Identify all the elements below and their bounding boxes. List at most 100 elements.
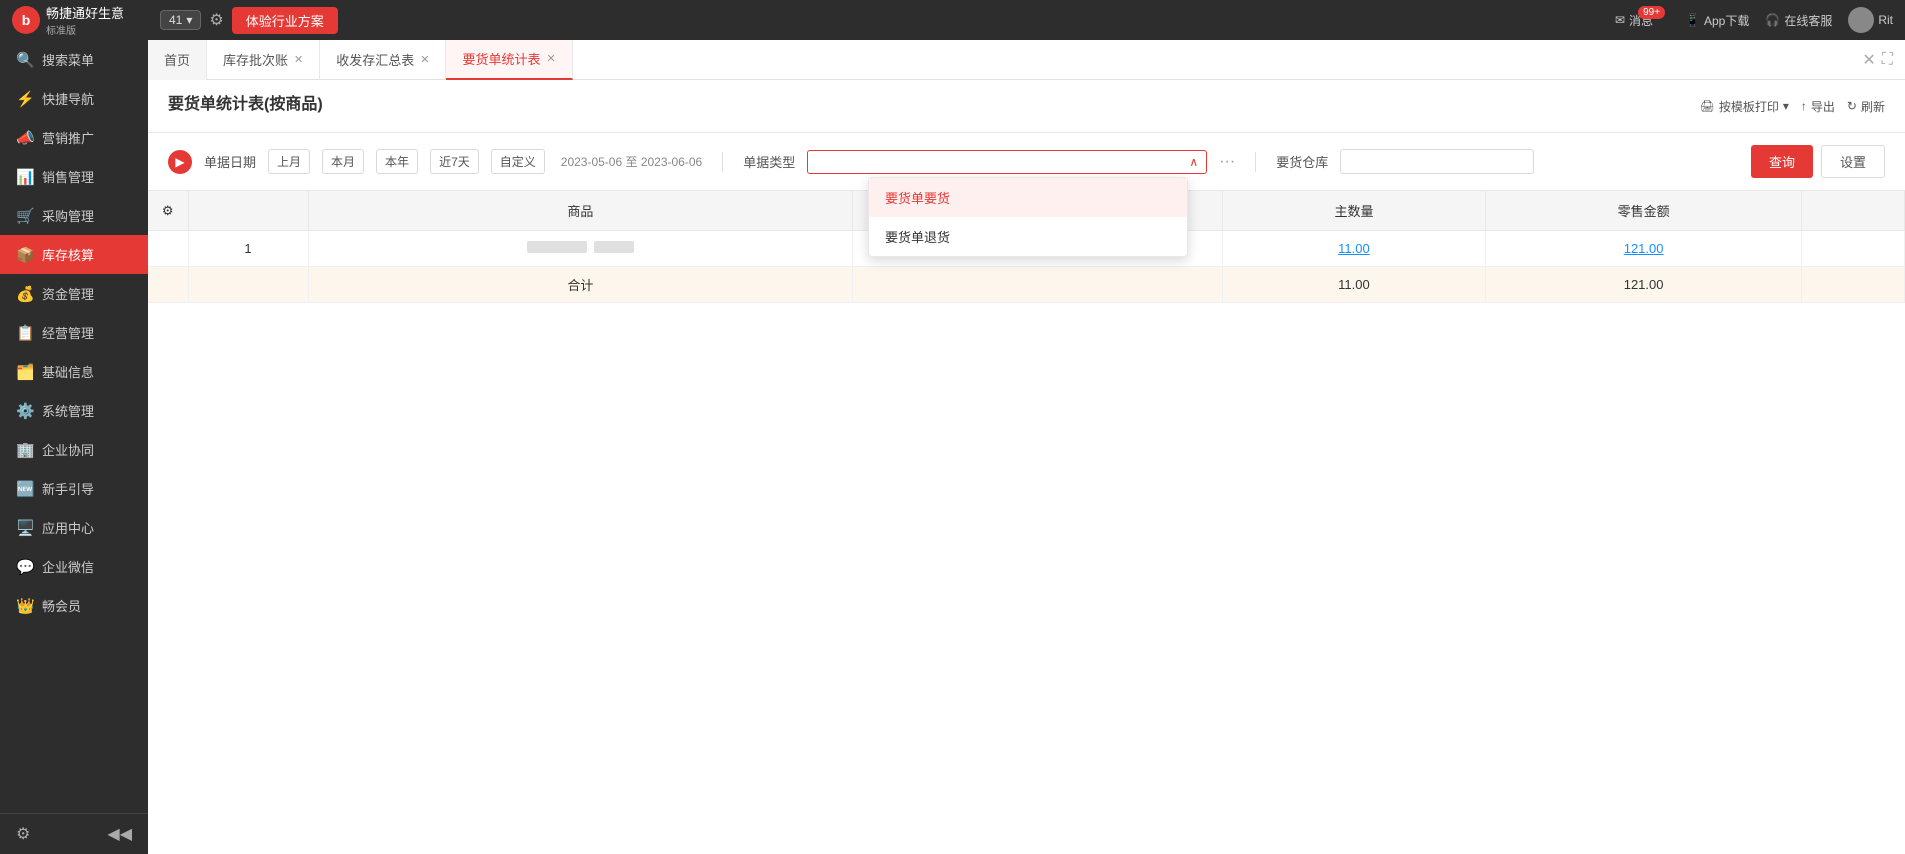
dropdown-item-order-return-label: 要货单退货 [885, 230, 950, 245]
app-download-btn[interactable]: 📱 App下载 [1685, 12, 1749, 29]
refresh-label: 刷新 [1861, 98, 1885, 115]
top-bar: b 畅捷通好生意 标准版 41 ▾ ⚙ 体验行业方案 ✉ 消息 99+ 📱 Ap… [0, 0, 1905, 40]
app-center-icon: 🖥️ [16, 519, 34, 537]
gear-icon[interactable]: ⚙ [209, 10, 223, 30]
app-name: 畅捷通好生意 [46, 3, 124, 22]
sidebar-item-finance[interactable]: 💰 资金管理 [0, 274, 148, 313]
user-name: Rit [1878, 13, 1893, 27]
filter-expand-btn[interactable]: ▶ [168, 150, 192, 174]
store-selector[interactable]: 41 ▾ [160, 10, 201, 30]
printer-icon: 🖨 [1700, 99, 1715, 113]
sales-icon: 📊 [16, 168, 34, 186]
sidebar-item-enterprise[interactable]: 🏢 企业协同 [0, 430, 148, 469]
enterprise-icon: 🏢 [16, 441, 34, 459]
page-header-row: 要货单统计表(按商品) 🖨 按模板打印 ▾ ↑ 导出 ↻ 刷新 [148, 80, 1905, 133]
sidebar-item-search[interactable]: 🔍 搜索菜单 [0, 40, 148, 79]
refresh-icon: ↻ [1847, 99, 1857, 113]
tab-home[interactable]: 首页 [148, 40, 207, 80]
tab-close-all[interactable]: ✕ [1862, 50, 1875, 70]
dropdown-item-order-return[interactable]: 要货单退货 [869, 217, 1187, 256]
tab-fullscreen[interactable]: ⛶ [1882, 51, 1893, 69]
sidebar: 🔍 搜索菜单 ⚡ 快捷导航 📣 营销推广 📊 销售管理 🛒 采购管理 📦 库存核… [0, 40, 148, 854]
sidebar-label-search: 搜索菜单 [42, 50, 94, 69]
col-amount-header: 零售金额 [1485, 191, 1801, 231]
sidebar-item-procurement[interactable]: 🛒 采购管理 [0, 196, 148, 235]
procurement-icon: 🛒 [16, 207, 34, 225]
sidebar-item-inventory[interactable]: 📦 库存核算 [0, 235, 148, 274]
headset-icon: 🎧 [1765, 13, 1780, 27]
sidebar-label-basic-info: 基础信息 [42, 362, 94, 381]
logo-icon: b [12, 6, 40, 34]
chevron-down-icon-print: ▾ [1783, 99, 1789, 113]
date-last-month-btn[interactable]: 上月 [268, 149, 310, 174]
sidebar-item-guide[interactable]: 🆕 新手引导 [0, 469, 148, 508]
finance-icon: 💰 [16, 285, 34, 303]
online-service-label: 在线客服 [1784, 12, 1832, 29]
date-this-year-btn[interactable]: 本年 [376, 149, 418, 174]
filter-type-select[interactable]: ∧ [807, 150, 1207, 174]
date-7days-btn[interactable]: 近7天 [430, 149, 479, 174]
row-settings-cell [148, 231, 188, 267]
tab-order-summary[interactable]: 要货单统计表 ✕ [446, 40, 572, 80]
settings-button[interactable]: 设置 [1821, 145, 1885, 178]
table-footer-row: 合计 11.00 121.00 [148, 267, 1905, 303]
system-icon: ⚙️ [16, 402, 34, 420]
row-amount-link[interactable]: 121.00 [1624, 241, 1664, 256]
filter-actions: 查询 设置 [1751, 145, 1885, 178]
sidebar-item-operations[interactable]: 📋 经营管理 [0, 313, 148, 352]
tab-order-summary-close[interactable]: ✕ [547, 52, 556, 65]
user-avatar[interactable]: Rit [1848, 7, 1893, 33]
sidebar-label-finance: 资金管理 [42, 284, 94, 303]
messages-btn[interactable]: ✉ 消息 99+ [1615, 12, 1653, 29]
tab-collection-summary-label: 收发存汇总表 [336, 50, 414, 69]
print-template-btn[interactable]: 🖨 按模板打印 ▾ [1700, 98, 1789, 115]
warehouse-input[interactable] [1340, 149, 1534, 174]
filter-more-btn[interactable]: ··· [1219, 153, 1235, 171]
app-subtitle: 标准版 [46, 22, 124, 37]
top-bar-right: ✉ 消息 99+ 📱 App下载 🎧 在线客服 Rit [1615, 7, 1893, 33]
page-title: 要货单统计表(按商品) [168, 90, 323, 114]
sidebar-item-system[interactable]: ⚙️ 系统管理 [0, 391, 148, 430]
sidebar-settings-icon[interactable]: ⚙ [16, 824, 30, 844]
sidebar-label-inventory: 库存核算 [42, 245, 94, 264]
chevron-down-icon: ▾ [186, 13, 192, 27]
col-no-header [188, 191, 308, 231]
date-custom-btn[interactable]: 自定义 [491, 149, 545, 174]
tab-collection-summary[interactable]: 收发存汇总表 ✕ [320, 40, 446, 80]
row-quantity-link[interactable]: 11.00 [1338, 241, 1370, 256]
sidebar-label-app-center: 应用中心 [42, 518, 94, 537]
col-product-header: 商品 [308, 191, 853, 231]
col-settings-header[interactable]: ⚙ [148, 191, 188, 231]
dropdown-item-order-goods[interactable]: 要货单要货 [869, 178, 1187, 217]
message-icon: ✉ [1615, 13, 1625, 27]
tab-batch-account-close[interactable]: ✕ [294, 53, 303, 66]
sidebar-label-enterprise: 企业协同 [42, 440, 94, 459]
date-this-month-btn[interactable]: 本月 [322, 149, 364, 174]
basic-info-icon: 🗂️ [16, 363, 34, 381]
sidebar-item-marketing[interactable]: 📣 营销推广 [0, 118, 148, 157]
sidebar-item-wechat-biz[interactable]: 💬 企业微信 [0, 547, 148, 586]
tab-batch-account[interactable]: 库存批次账 ✕ [207, 40, 320, 80]
app-info: 畅捷通好生意 标准版 [46, 3, 124, 37]
guide-icon: 🆕 [16, 480, 34, 498]
store-name: 41 [169, 13, 182, 27]
footer-empty-cell [1802, 267, 1905, 303]
sidebar-item-sales[interactable]: 📊 销售管理 [0, 157, 148, 196]
refresh-btn[interactable]: ↻ 刷新 [1847, 98, 1885, 115]
header-actions: 🖨 按模板打印 ▾ ↑ 导出 ↻ 刷新 [1700, 98, 1885, 115]
sidebar-label-guide: 新手引导 [42, 479, 94, 498]
sidebar-item-basic-info[interactable]: 🗂️ 基础信息 [0, 352, 148, 391]
export-btn[interactable]: ↑ 导出 [1801, 98, 1835, 115]
sidebar-item-vip[interactable]: 👑 畅会员 [0, 586, 148, 625]
mobile-icon: 📱 [1685, 13, 1700, 27]
sidebar-item-app-center[interactable]: 🖥️ 应用中心 [0, 508, 148, 547]
footer-unit-cell [853, 267, 1223, 303]
tab-collection-summary-close[interactable]: ✕ [420, 53, 429, 66]
export-label: 导出 [1811, 98, 1835, 115]
sidebar-item-quick-nav[interactable]: ⚡ 快捷导航 [0, 79, 148, 118]
sidebar-collapse-icon[interactable]: ◀◀ [107, 824, 132, 844]
table-wrap: ⚙ 商品 主计量单位 主数量 零售金额 1 [148, 191, 1905, 854]
query-button[interactable]: 查询 [1751, 145, 1813, 178]
online-service-btn[interactable]: 🎧 在线客服 [1765, 12, 1832, 29]
trial-button[interactable]: 体验行业方案 [232, 7, 338, 34]
